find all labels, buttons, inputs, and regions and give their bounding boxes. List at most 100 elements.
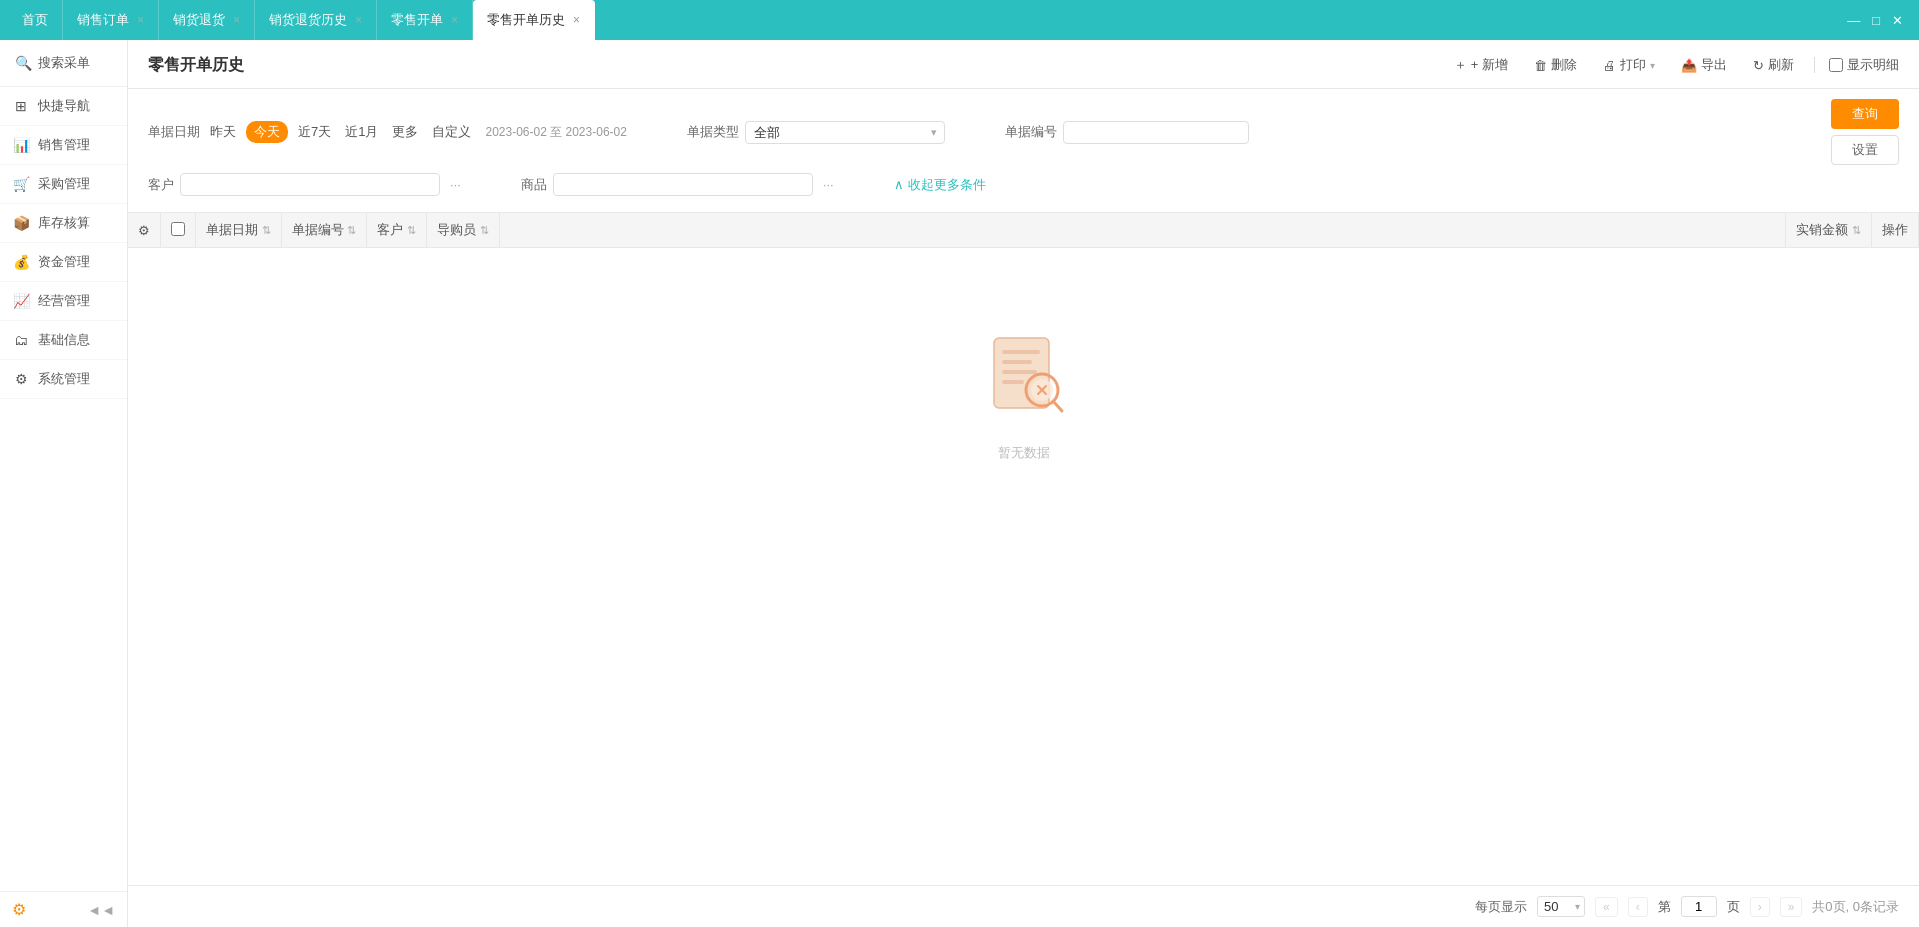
page-next-btn[interactable]: › [1750,897,1770,917]
tab-sales-order-close[interactable]: × [137,13,144,27]
sidebar-item-purchase-mgmt[interactable]: 🛒 采购管理 [0,165,127,204]
date-btn-today[interactable]: 今天 [246,121,288,143]
window-maximize[interactable]: □ [1872,13,1880,28]
tab-retail-open-close[interactable]: × [451,13,458,27]
date-btn-1month[interactable]: 近1月 [341,121,382,143]
col-amount[interactable]: 实销金额 ⇅ [1786,213,1872,248]
col-salesperson-label: 导购员 [437,222,476,237]
sidebar-settings-icon[interactable]: ⚙ [12,900,26,919]
display-detail-label: 显示明细 [1847,56,1899,74]
tab-sales-return-label: 销货退货 [173,11,225,29]
tab-retail-open[interactable]: 零售开单 × [377,0,473,40]
basic-info-icon: 🗂 [12,331,30,349]
order-num-input[interactable] [1063,121,1249,144]
operations-icon: 📈 [12,292,30,310]
svg-rect-2 [1002,360,1032,364]
sidebar-item-operations[interactable]: 📈 经营管理 [0,282,127,321]
query-button[interactable]: 查询 [1831,99,1899,129]
tab-sales-return-close[interactable]: × [233,13,240,27]
window-close[interactable]: ✕ [1892,13,1903,28]
date-btn-yesterday[interactable]: 昨天 [206,121,240,143]
page-prev-btn[interactable]: ‹ [1628,897,1648,917]
sidebar-item-system-mgmt-label: 系统管理 [38,370,90,388]
sidebar-item-sales-mgmt-label: 销售管理 [38,136,90,154]
col-date-sort[interactable]: ⇅ [262,224,271,236]
main-layout: 🔍 搜索采单 ⊞ 快捷导航 📊 销售管理 🛒 采购管理 📦 库存核算 � [0,40,1919,927]
sidebar-item-finance[interactable]: 💰 资金管理 [0,243,127,282]
select-all-checkbox[interactable] [171,222,185,236]
col-salesperson[interactable]: 导购员 ⇅ [426,213,499,248]
customer-picker-icon[interactable]: ··· [450,177,461,192]
col-date[interactable]: 单据日期 ⇅ [196,213,282,248]
tab-sales-return-history-close[interactable]: × [355,13,362,27]
sidebar-item-system-mgmt[interactable]: ⚙ 系统管理 [0,360,127,399]
date-quick-btns: 昨天 今天 近7天 近1月 更多 自定义 [206,121,475,143]
svg-rect-1 [1002,350,1040,354]
col-action-label: 操作 [1882,222,1908,237]
display-detail-toggle[interactable]: 显示明细 [1829,56,1899,74]
col-settings[interactable]: ⚙ [128,213,161,248]
content-area: 零售开单历史 ＋ + 新增 🗑 删除 🖨 打印 ▾ 📤 导出 [128,40,1919,927]
collapse-more-btn[interactable]: ∧ 收起更多条件 [894,174,986,196]
quick-nav-icon: ⊞ [12,97,30,115]
sidebar-item-basic-info[interactable]: 🗂 基础信息 [0,321,127,360]
table-container: ⚙ 单据日期 ⇅ 单据编号 ⇅ 客户 ⇅ [128,213,1919,885]
window-minimize[interactable]: — [1847,13,1860,28]
order-type-select[interactable]: 全部 零售开单 零售退货 [745,121,945,144]
inventory-icon: 📦 [12,214,30,232]
tab-retail-open-history-close[interactable]: × [573,13,580,27]
tab-sales-return-history[interactable]: 销货退货历史 × [255,0,377,40]
pagination-summary: 共0页, 0条记录 [1812,898,1899,916]
tab-home[interactable]: 首页 [8,0,63,40]
col-order-num-sort[interactable]: ⇅ [347,224,356,236]
print-icon: 🖨 [1603,58,1616,73]
page-title: 零售开单历史 [148,55,244,76]
page-last-btn[interactable]: » [1780,897,1803,917]
tab-sales-return[interactable]: 销货退货 × [159,0,255,40]
sidebar-item-basic-info-label: 基础信息 [38,331,90,349]
collapse-arrow-icon: ∧ [894,177,904,192]
add-button[interactable]: ＋ + 新增 [1448,52,1514,78]
product-input[interactable] [553,173,813,196]
page-size-wrap: 20 50 100 200 [1537,896,1585,917]
sidebar-menu: ⊞ 快捷导航 📊 销售管理 🛒 采购管理 📦 库存核算 💰 资金管理 📈 [0,87,127,891]
date-btn-custom[interactable]: 自定义 [428,121,475,143]
page-first-btn[interactable]: « [1595,897,1618,917]
display-detail-checkbox[interactable] [1829,58,1843,72]
customer-label: 客户 [148,176,174,194]
finance-icon: 💰 [12,253,30,271]
col-salesperson-sort[interactable]: ⇅ [480,224,489,236]
product-picker-icon[interactable]: ··· [823,177,834,192]
sidebar-item-inventory[interactable]: 📦 库存核算 [0,204,127,243]
filter-settings-button[interactable]: 设置 [1831,135,1899,165]
date-range-display: 2023-06-02 至 2023-06-02 [485,124,626,141]
col-customer[interactable]: 客户 ⇅ [367,213,427,248]
sidebar-item-quick-nav[interactable]: ⊞ 快捷导航 [0,87,127,126]
sidebar-item-sales-mgmt[interactable]: 📊 销售管理 [0,126,127,165]
col-customer-sort[interactable]: ⇅ [407,224,416,236]
customer-filter: 客户 ··· [148,173,461,196]
search-icon: 🔍 [14,54,32,72]
col-order-num[interactable]: 单据编号 ⇅ [281,213,367,248]
tab-retail-open-history[interactable]: 零售开单历史 × [473,0,595,40]
col-amount-sort[interactable]: ⇅ [1852,224,1861,236]
refresh-button[interactable]: ↻ 刷新 [1747,52,1800,78]
add-icon: ＋ [1454,56,1467,74]
page-input[interactable] [1681,896,1717,917]
print-button[interactable]: 🖨 打印 ▾ [1597,52,1661,78]
date-btn-7days[interactable]: 近7天 [294,121,335,143]
sidebar-collapse-icon[interactable]: ◄◄ [87,902,115,918]
delete-icon: 🗑 [1534,58,1547,73]
page-size-select[interactable]: 20 50 100 200 [1537,896,1585,917]
customer-input[interactable] [180,173,440,196]
date-btn-more[interactable]: 更多 [388,121,422,143]
export-button[interactable]: 📤 导出 [1675,52,1733,78]
tab-home-label: 首页 [22,11,48,29]
delete-button[interactable]: 🗑 删除 [1528,52,1583,78]
sidebar-bottom: ⚙ ◄◄ [0,891,127,927]
refresh-label: 刷新 [1768,56,1794,74]
col-order-num-label: 单据编号 [292,222,344,237]
search-bill-btn[interactable]: 🔍 搜索采单 [8,50,119,76]
tab-sales-order[interactable]: 销售订单 × [63,0,159,40]
filter-row-2: 客户 ··· 商品 ··· ∧ 收起更多条件 [148,173,1899,196]
